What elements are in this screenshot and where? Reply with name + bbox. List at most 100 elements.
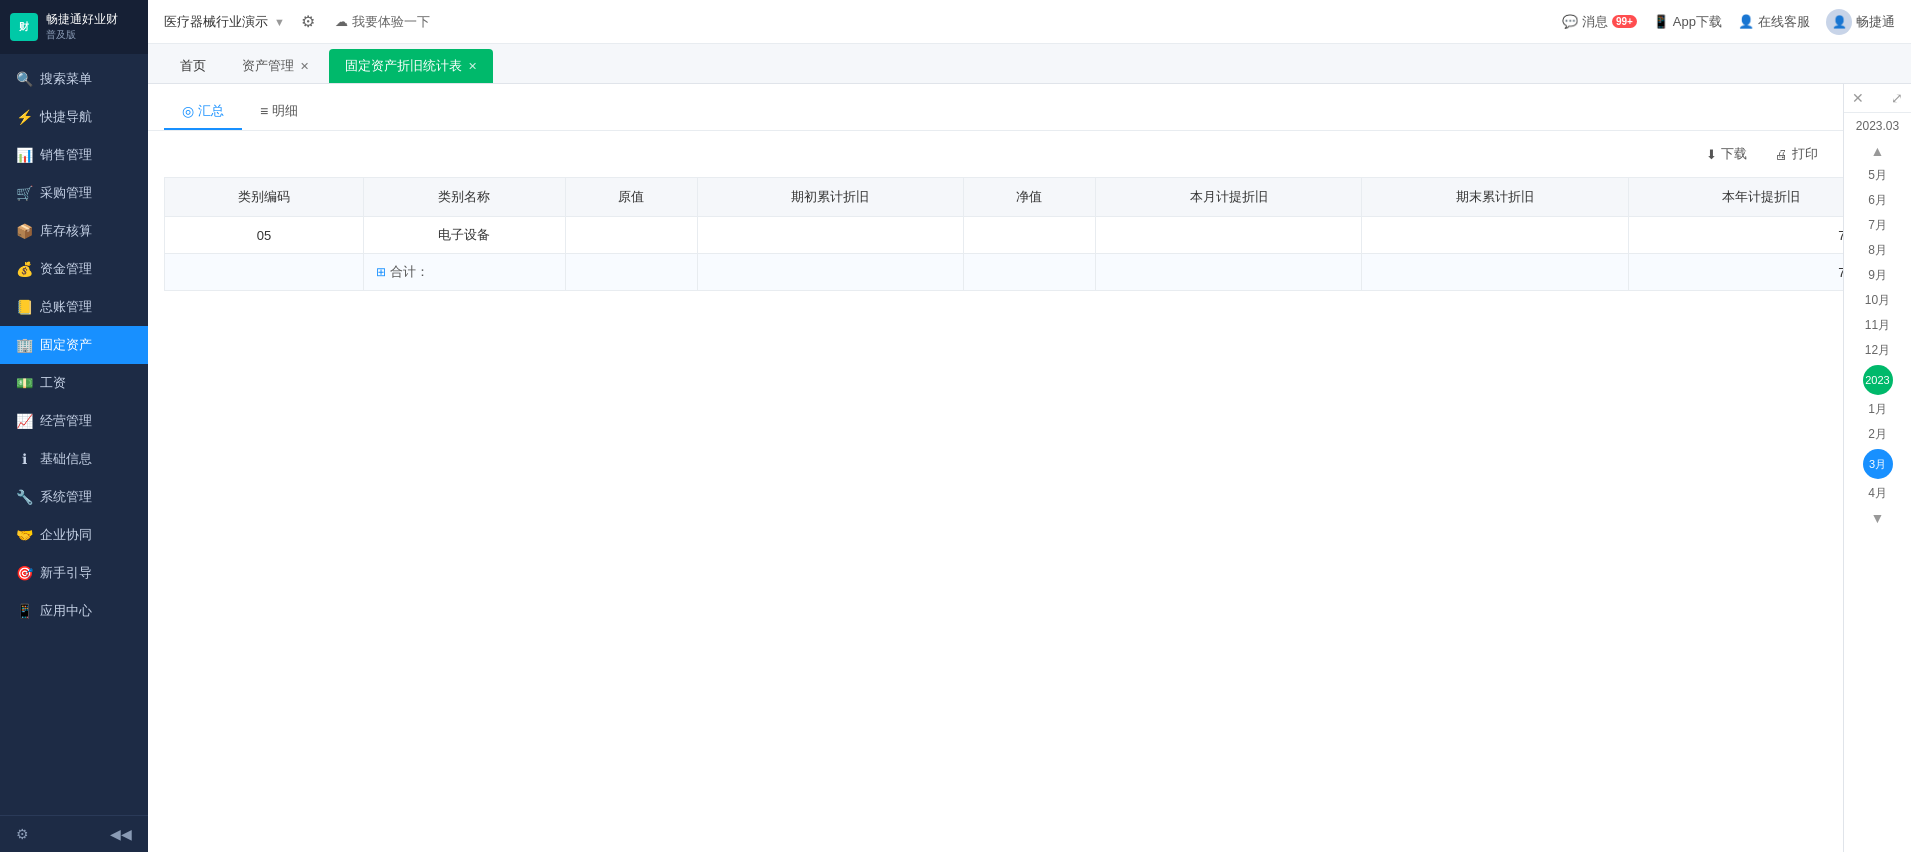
- sidebar-item-basic-info[interactable]: ℹ 基础信息: [0, 440, 148, 478]
- inventory-icon: 📦: [16, 223, 32, 239]
- sales-icon: 📊: [16, 147, 32, 163]
- app-info: 畅捷通好业财 普及版: [46, 12, 118, 42]
- notifications-badge: 99+: [1612, 15, 1637, 28]
- summary-text: 合计：: [390, 263, 429, 281]
- sidebar-item-label: 销售管理: [40, 146, 92, 164]
- tab-home[interactable]: 首页: [164, 49, 222, 83]
- sidebar-item-label: 新手引导: [40, 564, 92, 582]
- table-header-row: 类别编码 类别名称 原值 期初累计折旧 净值 本月计提折旧 期末累计折旧 本年计…: [165, 178, 1895, 217]
- sidebar-item-system[interactable]: 🔧 系统管理: [0, 478, 148, 516]
- sidebar-item-enterprise[interactable]: 🤝 企业协同: [0, 516, 148, 554]
- subtab-bar: ◎ 汇总 ≡ 明细: [148, 84, 1911, 131]
- sidebar-item-purchase[interactable]: 🛒 采购管理: [0, 174, 148, 212]
- company-arrow-icon: ▼: [274, 16, 285, 28]
- subtab-summary[interactable]: ◎ 汇总: [164, 94, 242, 130]
- right-panel-title: 2023.03: [1852, 113, 1903, 139]
- tab-asset-mgmt-label: 资产管理: [242, 57, 294, 75]
- user-menu[interactable]: 👤 畅捷通: [1826, 9, 1895, 35]
- month-item-10[interactable]: 10月: [1844, 288, 1911, 313]
- sidebar-item-app-center[interactable]: 📱 应用中心: [0, 592, 148, 630]
- right-panel-expand-icon[interactable]: ⤢: [1891, 90, 1903, 106]
- summary-row: ⊞ 合计： 791.67: [165, 254, 1895, 291]
- month-item-1[interactable]: 1月: [1844, 397, 1911, 422]
- sidebar-item-label: 应用中心: [40, 602, 92, 620]
- sidebar-item-sales[interactable]: 📊 销售管理: [0, 136, 148, 174]
- download-label: 下载: [1721, 145, 1747, 163]
- month-item-7[interactable]: 7月: [1844, 213, 1911, 238]
- collapse-icon[interactable]: ◀◀: [110, 826, 132, 842]
- tab-asset-mgmt-close-icon[interactable]: ✕: [300, 60, 309, 73]
- company-selector[interactable]: 医疗器械行业演示 ▼: [164, 13, 285, 31]
- guide-icon: 🎯: [16, 565, 32, 581]
- sidebar-item-label: 资金管理: [40, 260, 92, 278]
- month-item-8[interactable]: 8月: [1844, 238, 1911, 263]
- sidebar-item-salary[interactable]: 💵 工资: [0, 364, 148, 402]
- notifications-button[interactable]: 💬 消息 99+: [1562, 13, 1637, 31]
- right-panel: ✕ ⤢ 2023.03 ▲ 5月 6月 7月 8月 9月 10月 11月 12月…: [1843, 84, 1911, 852]
- cloud-icon: ☁: [335, 14, 348, 29]
- tab-fixed-asset-depreciation[interactable]: 固定资产折旧统计表 ✕: [329, 49, 493, 83]
- cell-ending: [1362, 217, 1628, 254]
- print-icon: 🖨: [1775, 147, 1788, 162]
- app-logo: 财: [10, 13, 38, 41]
- summary-label: ⊞ 合计：: [376, 263, 553, 281]
- year-badge[interactable]: 2023: [1863, 365, 1893, 395]
- nav-down-icon[interactable]: ▼: [1867, 506, 1889, 530]
- right-panel-close-icon[interactable]: ✕: [1852, 90, 1864, 106]
- download-button[interactable]: ⬇ 下载: [1698, 141, 1755, 167]
- month-item-4[interactable]: 4月: [1844, 481, 1911, 506]
- main-content: 医疗器械行业演示 ▼ ⚙ ☁ 我要体验一下 💬 消息 99+ 📱 App下载 👤…: [148, 0, 1911, 852]
- month-item-3-active[interactable]: 3月: [1863, 449, 1893, 479]
- sidebar-item-label: 企业协同: [40, 526, 92, 544]
- cell-net: [964, 217, 1096, 254]
- sidebar-item-label: 采购管理: [40, 184, 92, 202]
- month-item-2[interactable]: 2月: [1844, 422, 1911, 447]
- topbar-settings-icon[interactable]: ⚙: [301, 12, 315, 31]
- summary-ending: [1362, 254, 1628, 291]
- tabbar: 首页 资产管理 ✕ 固定资产折旧统计表 ✕: [148, 44, 1911, 84]
- app-center-icon: 📱: [16, 603, 32, 619]
- subtab-summary-label: 汇总: [198, 102, 224, 120]
- month-item-12[interactable]: 12月: [1844, 338, 1911, 363]
- customer-service-label: 在线客服: [1758, 13, 1810, 31]
- month-item-9[interactable]: 9月: [1844, 263, 1911, 288]
- customer-service-button[interactable]: 👤 在线客服: [1738, 13, 1810, 31]
- expand-icon[interactable]: ⊞: [376, 265, 386, 279]
- app-name: 畅捷通好业财: [46, 12, 118, 28]
- tab-fixed-asset-close-icon[interactable]: ✕: [468, 60, 477, 73]
- topbar-right: 💬 消息 99+ 📱 App下载 👤 在线客服 👤 畅捷通: [1562, 9, 1895, 35]
- app-download-button[interactable]: 📱 App下载: [1653, 13, 1722, 31]
- sidebar-item-inventory[interactable]: 📦 库存核算: [0, 212, 148, 250]
- sidebar-item-ledger[interactable]: 📒 总账管理: [0, 288, 148, 326]
- settings-icon[interactable]: ⚙: [16, 826, 29, 842]
- sidebar-item-label: 库存核算: [40, 222, 92, 240]
- download-icon: 📱: [1653, 14, 1669, 29]
- print-button[interactable]: 🖨 打印: [1767, 141, 1826, 167]
- sidebar-item-label: 系统管理: [40, 488, 92, 506]
- nav-up-icon[interactable]: ▲: [1867, 139, 1889, 163]
- fixed-assets-icon: 🏢: [16, 337, 32, 353]
- finance-icon: 💰: [16, 261, 32, 277]
- detail-icon: ≡: [260, 103, 268, 119]
- sidebar-item-quick-nav[interactable]: ⚡ 快捷导航: [0, 98, 148, 136]
- sidebar-nav: 🔍 搜索菜单 ⚡ 快捷导航 📊 销售管理 🛒 采购管理 📦 库存核算 💰 资金管…: [0, 54, 148, 815]
- cell-original: [565, 217, 697, 254]
- experience-button[interactable]: ☁ 我要体验一下: [335, 13, 430, 31]
- sidebar-item-label: 工资: [40, 374, 66, 392]
- month-item-11[interactable]: 11月: [1844, 313, 1911, 338]
- sidebar-item-label: 快捷导航: [40, 108, 92, 126]
- summary-empty1: [165, 254, 364, 291]
- sidebar-item-search[interactable]: 🔍 搜索菜单: [0, 60, 148, 98]
- col-header-name: 类别名称: [364, 178, 566, 217]
- sidebar-item-guide[interactable]: 🎯 新手引导: [0, 554, 148, 592]
- summary-net: [964, 254, 1096, 291]
- app-download-label: App下载: [1673, 13, 1722, 31]
- sidebar-item-operations[interactable]: 📈 经营管理: [0, 402, 148, 440]
- sidebar-item-fixed-assets[interactable]: 🏢 固定资产: [0, 326, 148, 364]
- sidebar-item-label: 基础信息: [40, 450, 92, 468]
- month-item-6[interactable]: 6月: [1844, 188, 1911, 213]
- tab-asset-mgmt[interactable]: 资产管理 ✕: [226, 49, 325, 83]
- month-item-5[interactable]: 5月: [1844, 163, 1911, 188]
- subtab-detail[interactable]: ≡ 明细: [242, 94, 316, 130]
- sidebar-item-finance[interactable]: 💰 资金管理: [0, 250, 148, 288]
